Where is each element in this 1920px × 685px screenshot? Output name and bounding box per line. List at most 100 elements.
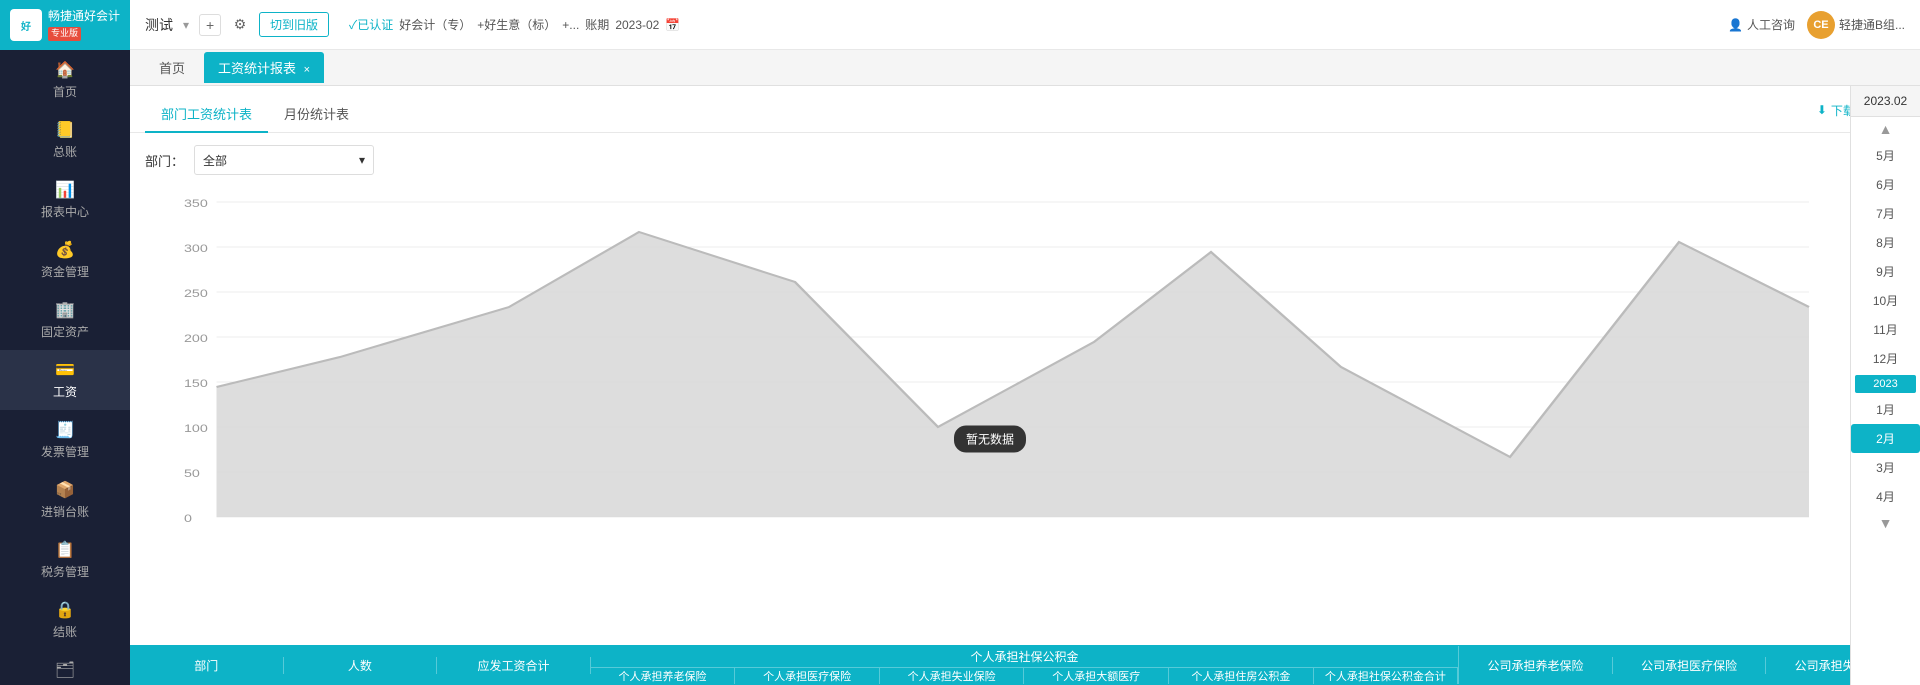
content-area: 部门工资统计表 月份统计表 ⬇ 下载 ↻ 刷新 部门： 全部 ▾ <box>130 86 1920 685</box>
col-unemployment-label: 个人承担失业保险 <box>908 668 996 684</box>
logo-text: 畅捷通好会计 专业版 <box>48 9 120 40</box>
certified-status: ✓已认证 <box>349 16 393 33</box>
setting-button[interactable]: ⚙ <box>229 14 251 36</box>
ai-icon: 👤 <box>1728 18 1743 32</box>
datepicker-header: 2023.02 <box>1851 86 1920 117</box>
dept-select-value: 全部 <box>203 152 227 169</box>
logo-name: 畅捷通好会计 <box>48 9 120 25</box>
topbar: 测试 ▾ + ⚙ 切到旧版 ✓已认证 好会计（专） +好生意（标） +... 账… <box>130 0 1920 50</box>
sidebar-item-sales[interactable]: 📦 进销台账 <box>0 470 130 530</box>
sidebar-item-tax[interactable]: 📋 税务管理 <box>0 530 130 590</box>
chart-area: 350 300 250 200 150 100 50 0 <box>130 187 1850 645</box>
sidebar-item-home[interactable]: 🏠 首页 <box>0 50 130 110</box>
assets-icon: 🏢 <box>55 300 75 320</box>
tab-home[interactable]: 首页 <box>145 52 199 83</box>
month-11[interactable]: 11月 <box>1851 315 1920 344</box>
tax-icon: 📋 <box>55 540 75 560</box>
col-total-salary-label: 应发工资合计 <box>477 659 549 673</box>
month-10[interactable]: 10月 <box>1851 286 1920 315</box>
col-company-medical-label: 公司承担医疗保险 <box>1641 659 1737 673</box>
invoice-icon: 🧾 <box>55 420 75 440</box>
dept-select[interactable]: 全部 ▾ <box>194 145 374 175</box>
ai-label: 人工咨询 <box>1747 16 1795 33</box>
month-6[interactable]: 6月 <box>1851 170 1920 199</box>
svg-text:200: 200 <box>184 332 208 345</box>
sidebar-item-assets[interactable]: 🏢 固定资产 <box>0 290 130 350</box>
col-total-social: 个人承担社保公积金合计 <box>1314 668 1459 684</box>
salary-chart: 350 300 250 200 150 100 50 0 <box>145 187 1835 547</box>
month-7[interactable]: 7月 <box>1851 199 1920 228</box>
sidebar-item-invoice[interactable]: 🧾 发票管理 <box>0 410 130 470</box>
month-1[interactable]: 1月 <box>1851 395 1920 424</box>
sidebar-label-reports: 报表中心 <box>41 203 89 220</box>
salary-icon: 💳 <box>55 360 75 380</box>
add-button[interactable]: + <box>199 14 221 36</box>
home-icon: 🏠 <box>55 60 75 80</box>
col-company-pension: 公司承担养老保险 <box>1459 657 1613 674</box>
checkout-icon: 🔒 <box>55 600 75 620</box>
avatar: CE <box>1807 11 1835 39</box>
sidebar-item-salary[interactable]: 💳 工资 <box>0 350 130 410</box>
col-total-salary: 应发工资合计 <box>437 657 591 674</box>
tabbar: 首页 工资统计报表 × <box>130 50 1920 86</box>
archive-icon: 🗂 <box>55 660 75 680</box>
month-12[interactable]: 12月 <box>1851 344 1920 373</box>
col-medical-label: 个人承担医疗保险 <box>763 668 851 684</box>
nav-down-icon[interactable]: ▼ <box>1879 515 1893 531</box>
col-company-medical: 公司承担医疗保险 <box>1613 657 1767 674</box>
nav-up-icon[interactable]: ▲ <box>1879 121 1893 137</box>
col-group-header: 个人承担社保公积金 <box>591 646 1459 668</box>
sidebar-nav: 🏠 首页 📒 总账 📊 报表中心 💰 资金管理 🏢 固定资产 💳 工资 🧾 发票… <box>0 50 130 685</box>
svg-text:50: 50 <box>184 467 200 480</box>
tab-salary-label: 工资统计报表 <box>218 61 296 76</box>
svg-text:0: 0 <box>184 512 192 525</box>
sidebar-item-funds[interactable]: 💰 资金管理 <box>0 230 130 290</box>
month-8[interactable]: 8月 <box>1851 228 1920 257</box>
date-picker-panel: 2023.02 ▲ 5月 6月 7月 8月 9月 10月 11月 12月 202… <box>1850 86 1920 685</box>
sub-tabs: 部门工资统计表 月份统计表 ⬇ 下载 ↻ 刷新 <box>130 86 1920 133</box>
chart-tooltip: 暂无数据 <box>954 425 1026 452</box>
tab-close-icon[interactable]: × <box>304 64 310 76</box>
calendar-icon[interactable]: 📅 <box>665 18 680 32</box>
subtab-dept[interactable]: 部门工资统计表 <box>145 96 268 133</box>
boom-status: +好生意（标） <box>477 16 556 33</box>
svg-text:300: 300 <box>184 242 208 255</box>
subtab-monthly[interactable]: 月份统计表 <box>268 96 365 133</box>
sidebar-label-home: 首页 <box>53 83 77 100</box>
topbar-arrow: ▾ <box>183 18 189 32</box>
datepicker-nav: ▲ <box>1851 117 1920 141</box>
topbar-title: 测试 <box>145 15 173 35</box>
sidebar-item-checkout[interactable]: 🔒 结账 <box>0 590 130 650</box>
tab-salary-report[interactable]: 工资统计报表 × <box>204 52 324 83</box>
sidebar-item-reports[interactable]: 📊 报表中心 <box>0 170 130 230</box>
col-major-medical: 个人承担大额医疗 <box>1024 668 1169 684</box>
sidebar-label-sales: 进销台账 <box>41 503 89 520</box>
ai-consult-button[interactable]: 👤 人工咨询 <box>1728 16 1795 33</box>
sidebar-label-assets: 固定资产 <box>41 323 89 340</box>
sidebar-item-archive[interactable]: 🗂 归档管理 <box>0 650 130 685</box>
logo-badge: 专业版 <box>48 27 81 41</box>
switch-button[interactable]: 切到旧版 <box>259 12 329 37</box>
col-major-medical-label: 个人承担大额医疗 <box>1052 668 1140 684</box>
filter-bar: 部门： 全部 ▾ <box>130 133 1920 187</box>
col-housing-fund-label: 个人承担住房公积金 <box>1191 668 1290 684</box>
month-5[interactable]: 5月 <box>1851 141 1920 170</box>
month-3[interactable]: 3月 <box>1851 453 1920 482</box>
col-headcount-label: 人数 <box>348 659 372 673</box>
sidebar-item-ledger[interactable]: 📒 总账 <box>0 110 130 170</box>
col-unemployment: 个人承担失业保险 <box>880 668 1025 684</box>
col-group-cells: 个人承担养老保险 个人承担医疗保险 个人承担失业保险 个人承担大额医疗 个人承担… <box>591 668 1459 684</box>
month-9[interactable]: 9月 <box>1851 257 1920 286</box>
sales-icon: 📦 <box>55 480 75 500</box>
period-value: 2023-02 <box>615 18 659 32</box>
ledger-icon: 📒 <box>55 120 75 140</box>
col-total-social-label: 个人承担社保公积金合计 <box>1325 668 1446 684</box>
month-4[interactable]: 4月 <box>1851 482 1920 511</box>
avatar-initials: CE <box>1813 19 1828 31</box>
sidebar-label-checkout: 结账 <box>53 623 77 640</box>
more-status: +... <box>562 18 579 32</box>
user-menu[interactable]: CE 轻捷通B组... <box>1807 11 1905 39</box>
datepicker-nav-bottom: ▼ <box>1851 511 1920 535</box>
chevron-down-icon: ▾ <box>359 153 365 167</box>
month-2-active[interactable]: 2月 <box>1851 424 1920 453</box>
